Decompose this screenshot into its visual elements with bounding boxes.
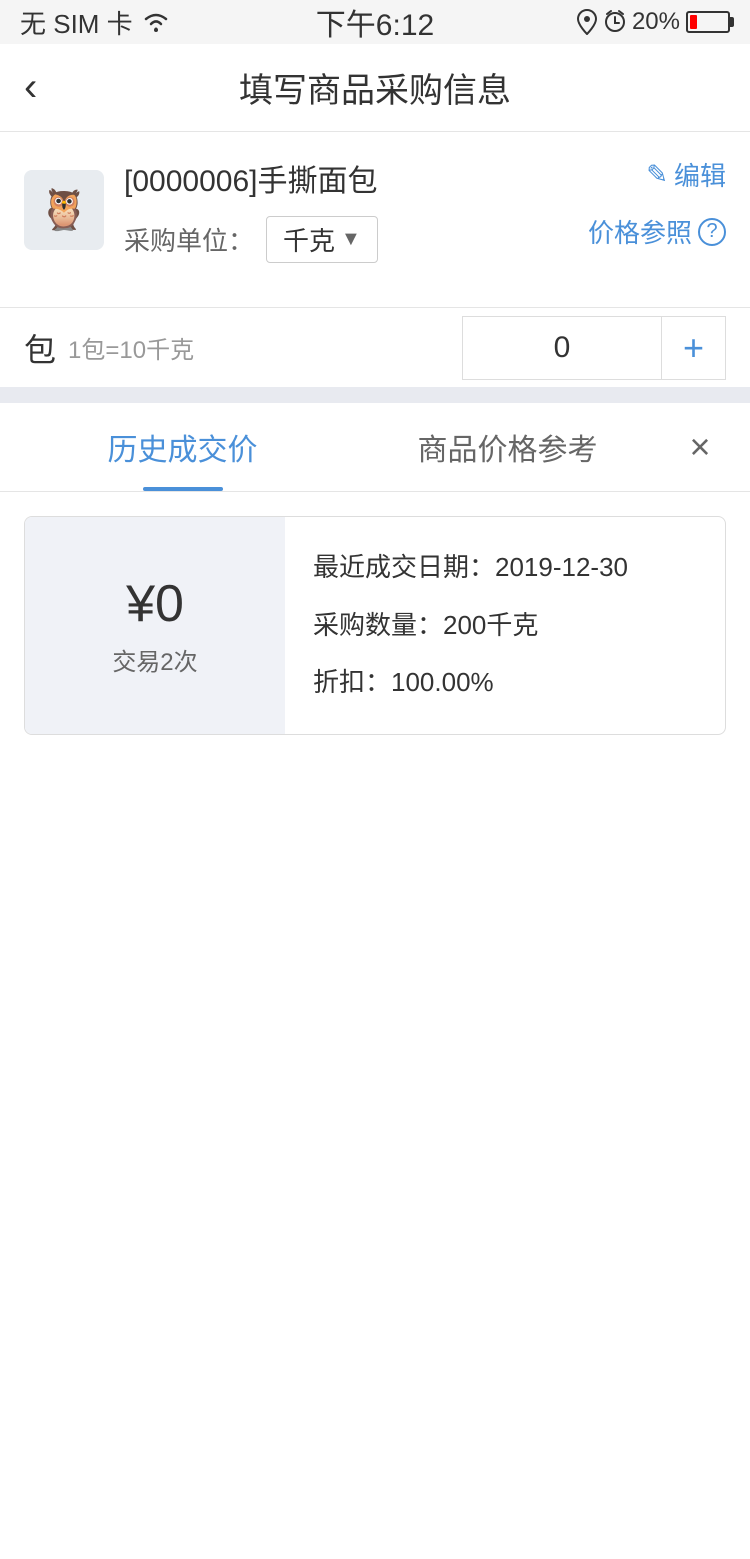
- battery-percent: 20%: [632, 8, 680, 36]
- tab-active-indicator: [143, 487, 223, 491]
- product-section: 🦉 [0000006]手撕面包 采购单位： 千克 ▼ ✎ 编辑 价格参照: [0, 132, 750, 307]
- price-card-right: 最近成交日期：2019-12-30 采购数量：200千克 折扣：100.00%: [285, 517, 725, 734]
- edit-button[interactable]: ✎ 编辑: [646, 156, 726, 193]
- purchase-qty-label: 采购数量：: [313, 610, 443, 640]
- recent-date-row: 最近成交日期：2019-12-30: [313, 547, 697, 589]
- discount-value: 100.00%: [391, 667, 494, 697]
- quantity-left: 包 1包=10千克: [24, 325, 194, 371]
- quantity-section: 包 1包=10千克 0 +: [0, 307, 750, 387]
- edit-label: 编辑: [674, 156, 726, 193]
- quantity-plus-button[interactable]: +: [662, 316, 726, 380]
- alarm-icon: [604, 9, 626, 35]
- trade-count: 交易2次: [112, 642, 197, 677]
- price-ref-label: 价格参照: [588, 213, 692, 250]
- unit-select-button[interactable]: 千克 ▼: [266, 216, 378, 263]
- purchase-qty-value: 200千克: [443, 610, 538, 640]
- main-background: [0, 759, 750, 1559]
- quantity-right: 0 +: [462, 316, 726, 380]
- tab-history-price[interactable]: 历史成交价: [20, 403, 345, 491]
- chevron-down-icon: ▼: [341, 228, 361, 251]
- tab-price-ref-label: 商品价格参考: [418, 425, 598, 469]
- price-card: ¥0 交易2次 最近成交日期：2019-12-30 采购数量：200千克 折扣：…: [24, 516, 726, 735]
- help-icon: ?: [698, 218, 726, 246]
- wifi-icon: [141, 11, 171, 33]
- price-card-left: ¥0 交易2次: [25, 517, 285, 734]
- quantity-conversion: 1包=10千克: [68, 330, 194, 365]
- purchase-qty-row: 采购数量：200千克: [313, 605, 697, 647]
- unit-value: 千克: [283, 221, 335, 258]
- battery-icon: [686, 11, 730, 33]
- product-header: 🦉 [0000006]手撕面包 采购单位： 千克 ▼ ✎ 编辑 价格参照: [24, 156, 726, 263]
- discount-label: 折扣：: [313, 667, 391, 697]
- tab-history-label: 历史成交价: [108, 425, 258, 469]
- location-icon: [576, 9, 598, 35]
- section-divider: [0, 387, 750, 403]
- status-right: 20%: [576, 8, 730, 36]
- price-reference-button[interactable]: 价格参照 ?: [588, 213, 726, 250]
- page-title: 填写商品采购信息: [239, 63, 511, 112]
- tab-bar: 历史成交价 商品价格参考 ×: [0, 403, 750, 492]
- product-info: [0000006]手撕面包 采购单位： 千克 ▼: [124, 156, 378, 263]
- quantity-input[interactable]: 0: [462, 316, 662, 380]
- status-time: 下午6:12: [316, 0, 434, 44]
- price-amount: ¥0: [126, 574, 184, 634]
- unit-label: 采购单位：: [124, 221, 254, 258]
- help-label: ?: [706, 220, 717, 243]
- edit-icon: ✎: [646, 159, 668, 190]
- status-left: 无 SIM 卡: [20, 4, 171, 41]
- tab-product-price-ref[interactable]: 商品价格参考: [345, 403, 670, 491]
- product-right: ✎ 编辑 价格参照 ?: [588, 156, 726, 250]
- product-unit-row: 采购单位： 千克 ▼: [124, 216, 378, 263]
- tab-section: 历史成交价 商品价格参考 × ¥0 交易2次 最近成交日期：2019-12-30…: [0, 403, 750, 759]
- product-name: [0000006]手撕面包: [124, 156, 378, 200]
- discount-row: 折扣：100.00%: [313, 662, 697, 704]
- recent-date-value: 2019-12-30: [495, 552, 628, 582]
- product-thumbnail: 🦉: [24, 170, 104, 250]
- status-bar: 无 SIM 卡 下午6:12 20%: [0, 0, 750, 44]
- carrier-text: 无 SIM 卡: [20, 4, 133, 41]
- nav-bar: ‹ 填写商品采购信息: [0, 44, 750, 132]
- quantity-unit-label: 包: [24, 325, 56, 371]
- back-button[interactable]: ‹: [24, 65, 37, 110]
- product-left: 🦉 [0000006]手撕面包 采购单位： 千克 ▼: [24, 156, 378, 263]
- tab-close-button[interactable]: ×: [670, 417, 730, 477]
- quantity-value: 0: [554, 331, 571, 365]
- product-image-icon: 🦉: [39, 186, 89, 233]
- history-price-content: ¥0 交易2次 最近成交日期：2019-12-30 采购数量：200千克 折扣：…: [0, 492, 750, 759]
- recent-date-label: 最近成交日期：: [313, 552, 495, 582]
